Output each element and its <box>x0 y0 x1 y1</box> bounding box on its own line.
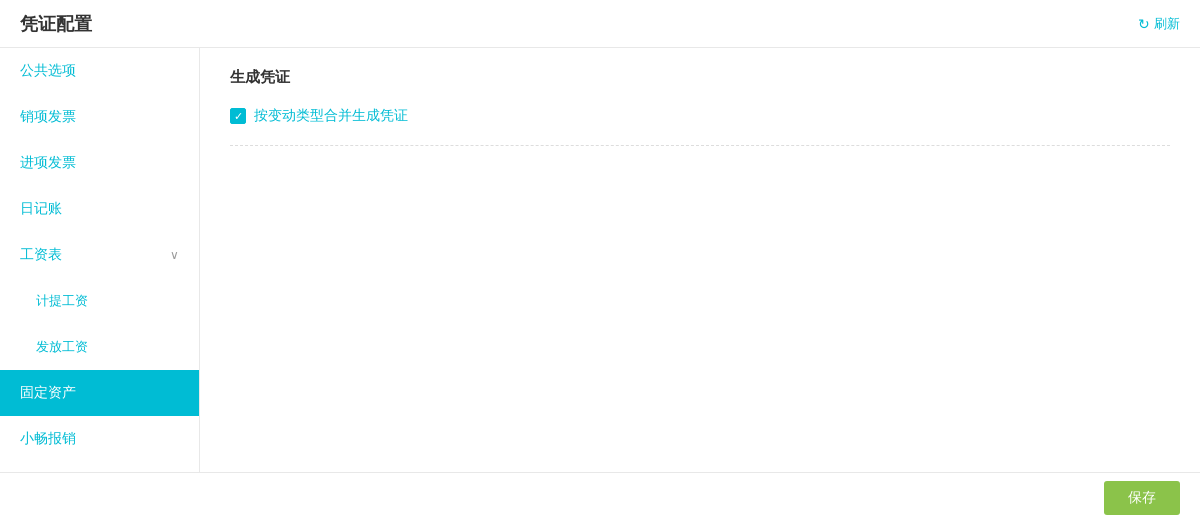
header: 凭证配置 ↻ 刷新 <box>0 0 1200 48</box>
sidebar-item-label: 固定资产 <box>20 384 76 402</box>
merge-checkbox[interactable]: ✓ <box>230 108 246 124</box>
page-container: 凭证配置 ↻ 刷新 公共选项销项发票进项发票日记账工资表 ∨ 计提工资发放工资固定资… <box>0 0 1200 522</box>
sidebar-item-label: 销项发票 <box>20 108 76 126</box>
section-divider <box>230 145 1170 146</box>
sidebar-item-label: 日记账 <box>20 200 62 218</box>
sidebar-item-label: 发放工资 <box>36 338 88 356</box>
checkbox-row: ✓ 按变动类型合并生成凭证 <box>230 107 1170 125</box>
save-button[interactable]: 保存 <box>1104 481 1180 515</box>
sidebar-item-public-options[interactable]: 公共选项 <box>0 48 199 94</box>
section-title: 生成凭证 <box>230 68 1170 87</box>
sidebar-item-payroll-accrual[interactable]: 计提工资 <box>0 278 199 324</box>
refresh-icon: ↻ <box>1138 16 1150 32</box>
refresh-button[interactable]: ↻ 刷新 <box>1138 15 1180 33</box>
sidebar-item-label: 进项发票 <box>20 154 76 172</box>
page-title: 凭证配置 <box>20 12 92 36</box>
body-container: 公共选项销项发票进项发票日记账工资表 ∨ 计提工资发放工资固定资产小畅报销 生成凭证… <box>0 48 1200 472</box>
sidebar-item-label: 公共选项 <box>20 62 76 80</box>
merge-checkbox-label[interactable]: 按变动类型合并生成凭证 <box>254 107 408 125</box>
sidebar-item-payroll-table[interactable]: 工资表 ∨ <box>0 232 199 278</box>
chevron-down-icon: ∨ <box>170 248 179 262</box>
sidebar-item-purchase-invoice[interactable]: 进项发票 <box>0 140 199 186</box>
footer: 保存 <box>0 472 1200 522</box>
refresh-label: 刷新 <box>1154 15 1180 33</box>
main-content: 生成凭证 ✓ 按变动类型合并生成凭证 <box>200 48 1200 472</box>
sidebar-item-fixed-assets[interactable]: 固定资产 <box>0 370 199 416</box>
checkmark-icon: ✓ <box>234 111 243 122</box>
sidebar-item-label: 工资表 <box>20 246 62 264</box>
sidebar: 公共选项销项发票进项发票日记账工资表 ∨ 计提工资发放工资固定资产小畅报销 <box>0 48 200 472</box>
sidebar-item-label: 小畅报销 <box>20 430 76 448</box>
sidebar-item-journal[interactable]: 日记账 <box>0 186 199 232</box>
sidebar-item-payroll-issue[interactable]: 发放工资 <box>0 324 199 370</box>
sidebar-item-petty-expense[interactable]: 小畅报销 <box>0 416 199 462</box>
sidebar-item-label: 计提工资 <box>36 292 88 310</box>
sidebar-item-sales-invoice[interactable]: 销项发票 <box>0 94 199 140</box>
